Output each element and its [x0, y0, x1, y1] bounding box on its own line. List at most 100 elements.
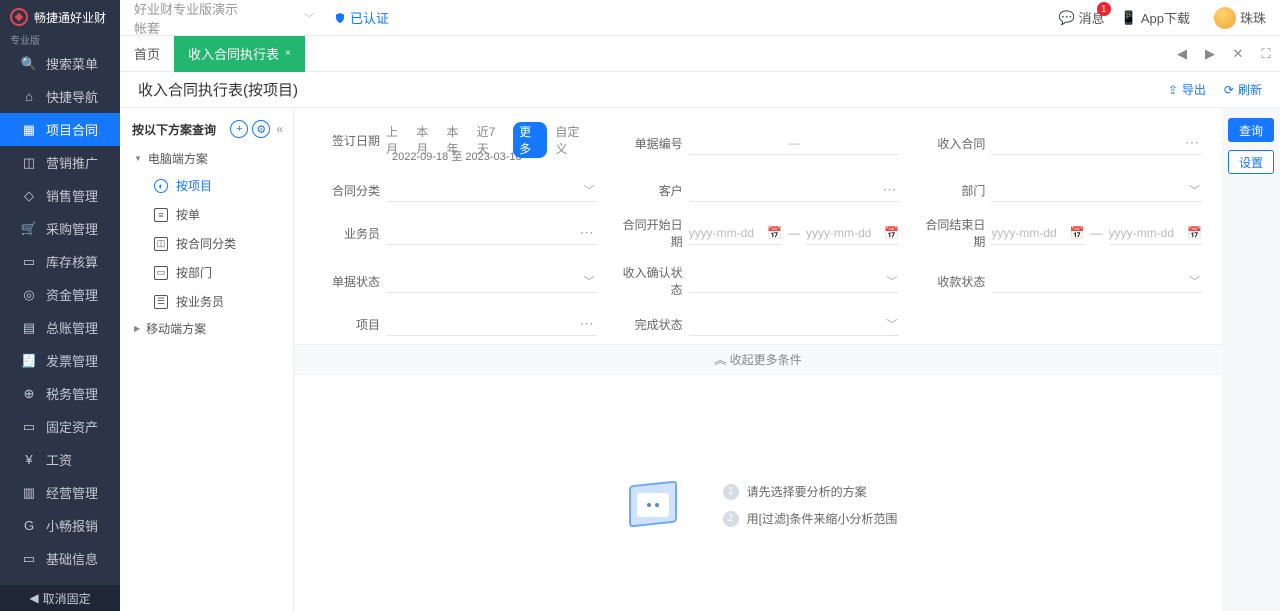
field-contract-start: 合同开始日期 📅 — 📅	[617, 216, 900, 250]
scheme-item-4[interactable]: ☰按业务员	[120, 287, 293, 316]
phone-icon: 📱	[1121, 10, 1137, 26]
nav-icon: ¥	[22, 453, 36, 467]
scheme-group-desktop[interactable]: ▼ 电脑端方案	[120, 146, 293, 171]
scheme-item-1[interactable]: ≡按单	[120, 200, 293, 229]
nav-item-0[interactable]: 🔍搜索菜单	[0, 47, 120, 80]
nav-item-6[interactable]: ▭库存核算	[0, 245, 120, 278]
field-project[interactable]: 项目 ⋯	[314, 312, 597, 336]
message-icon: 💬	[1058, 10, 1074, 26]
nav-item-14[interactable]: G小畅报销	[0, 509, 120, 542]
nav-icon: ⊕	[22, 387, 36, 401]
nav-item-5[interactable]: 🛒采购管理	[0, 212, 120, 245]
scheme-item-icon: ◫	[154, 237, 168, 251]
brand-name: 畅捷通好业财	[34, 9, 106, 26]
nav-icon: 🔍	[22, 57, 36, 71]
scheme-header: 按以下方案查询	[132, 121, 226, 138]
nav-item-4[interactable]: ◇销售管理	[0, 179, 120, 212]
nav-icon: ▭	[22, 420, 36, 434]
nav-item-9[interactable]: 🧾发票管理	[0, 344, 120, 377]
unpin-button[interactable]: ◀ 取消固定	[0, 585, 120, 611]
calendar-icon: 📅	[767, 226, 782, 240]
scheme-item-icon: ≡	[154, 208, 168, 222]
brand-edition: 专业版	[0, 32, 120, 47]
scheme-settings-button[interactable]: ⚙	[252, 120, 270, 138]
user-menu[interactable]: 珠珠	[1206, 7, 1266, 29]
field-dept[interactable]: 部门 ﹀	[919, 178, 1202, 202]
export-button[interactable]: ⇪ 导出	[1168, 81, 1206, 98]
nav-item-13[interactable]: ▥经营管理	[0, 476, 120, 509]
chip-this-month[interactable]: 本月	[416, 123, 438, 157]
nav-item-10[interactable]: ⊕税务管理	[0, 377, 120, 410]
contract-start-from[interactable]: 📅	[689, 221, 782, 245]
suite-selector[interactable]: 好业财专业版演示帐套 ﹀	[134, 0, 314, 37]
scheme-item-icon: ◐	[154, 179, 168, 193]
chip-more[interactable]: 更多	[513, 122, 547, 158]
nav-icon: ▭	[22, 552, 36, 566]
tab-income-contract-report[interactable]: 收入合同执行表 ×	[174, 36, 305, 72]
caret-down-icon: ▼	[134, 154, 142, 163]
scheme-item-3[interactable]: ▭按部门	[120, 258, 293, 287]
chevron-down-icon: ﹀	[1189, 182, 1200, 198]
add-scheme-button[interactable]: +	[230, 120, 248, 138]
field-contract-class[interactable]: 合同分类 ﹀	[314, 178, 597, 202]
tab-home[interactable]: 首页	[120, 36, 174, 72]
chip-custom[interactable]: 自定义	[555, 123, 588, 157]
empty-step-1: 1请先选择要分析的方案	[723, 483, 898, 500]
contract-end-to[interactable]: 📅	[1109, 221, 1202, 245]
app-download-button[interactable]: 📱 App下载	[1121, 8, 1190, 27]
nav-icon: ◫	[22, 156, 36, 170]
nav-item-7[interactable]: ◎资金管理	[0, 278, 120, 311]
nav-item-15[interactable]: ▭基础信息	[0, 542, 120, 575]
query-button[interactable]: 查询	[1228, 118, 1274, 142]
field-doc-no[interactable]: 单据编号 —	[617, 122, 900, 164]
field-income-confirm-status[interactable]: 收入确认状态 ﹀	[617, 264, 900, 298]
contract-end-from[interactable]: 📅	[991, 221, 1084, 245]
messages-badge: 1	[1097, 2, 1111, 16]
field-income-contract[interactable]: 收入合同 ⋯	[919, 122, 1202, 164]
sidebar: 畅捷通好业财 专业版 🔍搜索菜单⌂快捷导航▦项目合同◫营销推广◇销售管理🛒采购管…	[0, 0, 120, 611]
lookup-icon: ⋯	[882, 181, 897, 198]
close-icon[interactable]: ×	[285, 48, 291, 59]
nav-item-3[interactable]: ◫营销推广	[0, 146, 120, 179]
scheme-item-icon: ☰	[154, 295, 168, 309]
messages-button[interactable]: 💬 消息 1	[1058, 8, 1104, 27]
avatar-icon	[1214, 7, 1236, 29]
scheme-item-icon: ▭	[154, 266, 168, 280]
chip-last-month[interactable]: 上月	[386, 123, 408, 157]
nav-item-1[interactable]: ⌂快捷导航	[0, 80, 120, 113]
field-receipt-status[interactable]: 收款状态 ﹀	[919, 264, 1202, 298]
nav-item-12[interactable]: ¥工资	[0, 443, 120, 476]
topbar: 好业财专业版演示帐套 ﹀ 已认证 💬 消息 1 📱 App下载 珠珠	[120, 0, 1280, 36]
fullscreen-button[interactable]: ⛶	[1252, 40, 1280, 68]
page-header: 收入合同执行表(按项目) ⇪ 导出 ⟳ 刷新	[120, 72, 1280, 108]
lookup-icon: ⋯	[580, 224, 595, 241]
chip-7days[interactable]: 近7天	[477, 123, 505, 157]
contract-start-to[interactable]: 📅	[806, 221, 899, 245]
scheme-group-mobile[interactable]: ▶ 移动端方案	[120, 316, 293, 341]
field-doc-status[interactable]: 单据状态 ﹀	[314, 264, 597, 298]
lookup-icon: ⋯	[1185, 134, 1200, 151]
tabs-prev-button[interactable]: ◀	[1168, 40, 1196, 68]
scheme-item-2[interactable]: ◫按合同分类	[120, 229, 293, 258]
collapse-panel-button[interactable]: «	[276, 122, 283, 136]
chevron-down-icon: ﹀	[886, 316, 897, 332]
caret-right-icon: ▶	[134, 324, 140, 333]
scheme-item-0[interactable]: ◐按项目	[120, 171, 293, 200]
field-customer[interactable]: 客户 ⋯	[617, 178, 900, 202]
shield-icon	[334, 12, 346, 24]
tabs-next-button[interactable]: ▶	[1196, 40, 1224, 68]
collapse-filters-button[interactable]: ︽ 收起更多条件	[294, 344, 1222, 375]
refresh-button[interactable]: ⟳ 刷新	[1224, 81, 1262, 98]
export-icon: ⇪	[1168, 83, 1178, 97]
nav-item-2[interactable]: ▦项目合同	[0, 113, 120, 146]
nav-icon: ▦	[22, 123, 36, 137]
field-salesman[interactable]: 业务员 ⋯	[314, 216, 597, 250]
nav-item-11[interactable]: ▭固定资产	[0, 410, 120, 443]
tabs-close-all-button[interactable]: ✕	[1224, 40, 1252, 68]
nav-item-8[interactable]: ▤总账管理	[0, 311, 120, 344]
verified-badge: 已认证	[334, 8, 389, 27]
settings-button[interactable]: 设置	[1228, 150, 1274, 174]
chip-this-year[interactable]: 本年	[446, 123, 468, 157]
nav-icon: ◎	[22, 288, 36, 302]
field-complete-status[interactable]: 完成状态 ﹀	[617, 312, 900, 336]
